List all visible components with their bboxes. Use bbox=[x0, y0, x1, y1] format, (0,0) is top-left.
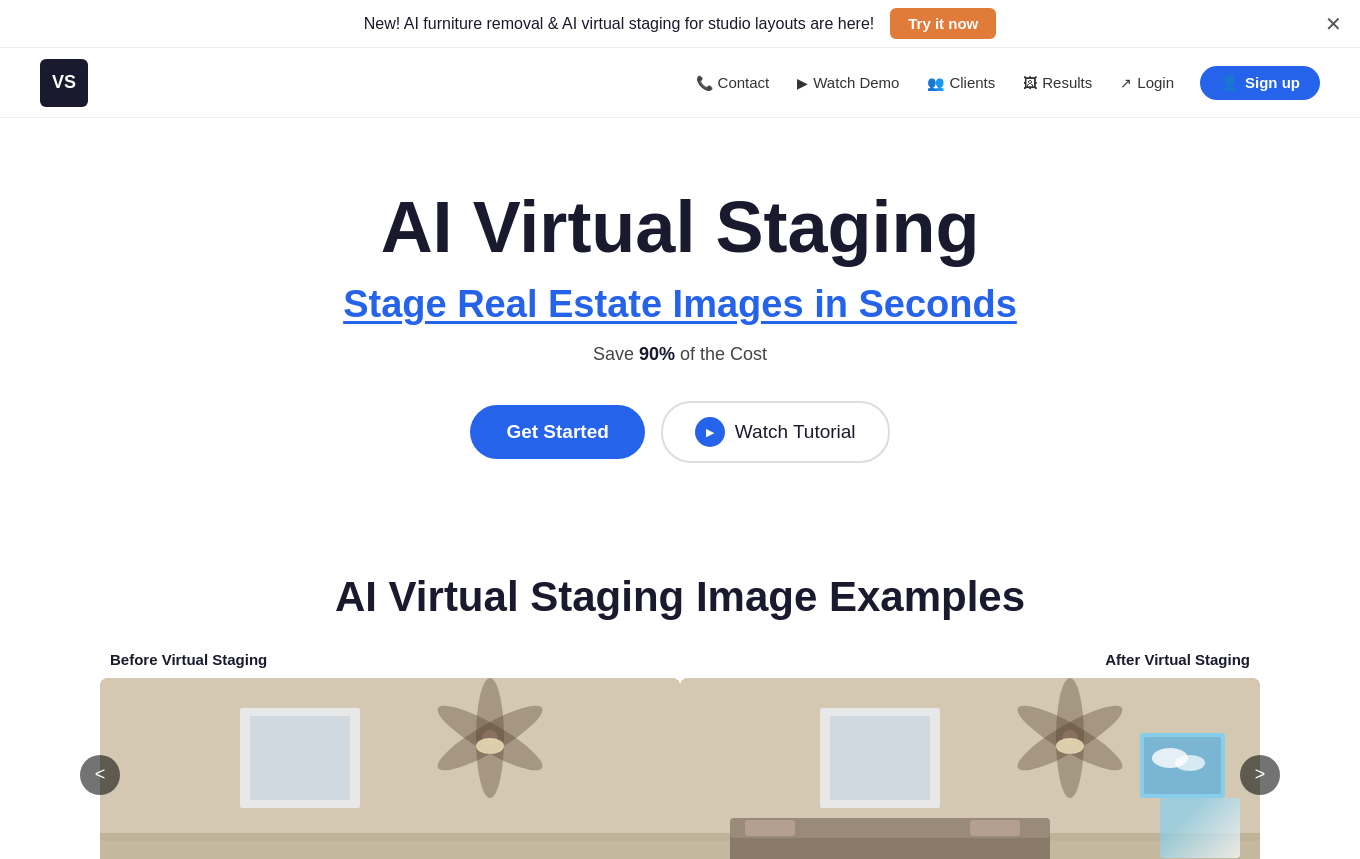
nav-clients[interactable]: 👥 Clients bbox=[917, 68, 1005, 97]
svg-point-23 bbox=[1175, 755, 1205, 771]
announcement-text: New! AI furniture removal & AI virtual s… bbox=[364, 15, 874, 33]
announcement-bar: New! AI furniture removal & AI virtual s… bbox=[0, 0, 1360, 48]
save-suffix: of the Cost bbox=[675, 344, 767, 364]
svg-rect-9 bbox=[100, 833, 680, 841]
logo-text: VS bbox=[52, 72, 76, 93]
save-pct: 90% bbox=[639, 344, 675, 364]
svg-rect-27 bbox=[970, 820, 1020, 836]
hero-section: AI Virtual Staging Stage Real Estate Ima… bbox=[0, 118, 1360, 573]
svg-point-7 bbox=[476, 738, 504, 754]
save-prefix: Save bbox=[593, 344, 639, 364]
after-image bbox=[680, 678, 1260, 859]
signup-button[interactable]: 👤 Sign up bbox=[1200, 66, 1320, 100]
svg-rect-2 bbox=[250, 716, 350, 800]
play-circle-icon: ▶ bbox=[695, 417, 725, 447]
user-icon: 👤 bbox=[1220, 74, 1239, 92]
play-icon-nav: ▶ bbox=[797, 75, 808, 91]
next-arrow-button[interactable]: > bbox=[1240, 755, 1280, 795]
nav-results[interactable]: 🖼 Results bbox=[1013, 68, 1102, 97]
clients-icon: 👥 bbox=[927, 75, 944, 91]
hero-subtitle: Stage Real Estate Images in Seconds bbox=[20, 283, 1340, 326]
login-icon: ↗ bbox=[1120, 75, 1132, 91]
svg-rect-8 bbox=[100, 838, 680, 859]
watch-demo-label: Watch Demo bbox=[813, 74, 899, 91]
clients-label: Clients bbox=[949, 74, 995, 91]
prev-arrow-button[interactable]: < bbox=[80, 755, 120, 795]
examples-wrapper: < Before Virtual Staging bbox=[40, 651, 1320, 859]
signup-label: Sign up bbox=[1245, 74, 1300, 91]
nav-links: 📞 Contact ▶ Watch Demo 👥 Clients 🖼 Resul… bbox=[686, 66, 1320, 100]
after-column: After Virtual Staging bbox=[680, 651, 1260, 859]
svg-point-17 bbox=[1056, 738, 1084, 754]
contact-label: Contact bbox=[718, 74, 770, 91]
before-image bbox=[100, 678, 680, 859]
nav-watch-demo[interactable]: ▶ Watch Demo bbox=[787, 68, 909, 97]
before-label: Before Virtual Staging bbox=[100, 651, 680, 668]
watch-tutorial-label: Watch Tutorial bbox=[735, 421, 856, 443]
hero-buttons: Get Started ▶ Watch Tutorial bbox=[20, 401, 1340, 463]
results-icon: 🖼 bbox=[1023, 75, 1037, 91]
hero-title: AI Virtual Staging bbox=[20, 188, 1340, 267]
examples-title: AI Virtual Staging Image Examples bbox=[20, 573, 1340, 621]
phone-icon: 📞 bbox=[696, 75, 713, 91]
before-column: Before Virtual Staging bbox=[100, 651, 680, 859]
after-label: After Virtual Staging bbox=[680, 651, 1260, 668]
watch-tutorial-button[interactable]: ▶ Watch Tutorial bbox=[661, 401, 890, 463]
nav-contact[interactable]: 📞 Contact bbox=[686, 68, 780, 97]
logo[interactable]: VS bbox=[40, 59, 88, 107]
examples-grid: < Before Virtual Staging bbox=[100, 651, 1260, 859]
results-label: Results bbox=[1042, 74, 1092, 91]
svg-rect-26 bbox=[745, 820, 795, 836]
get-started-button[interactable]: Get Started bbox=[470, 405, 644, 459]
login-button[interactable]: ↗ Login bbox=[1110, 68, 1184, 97]
try-it-now-button[interactable]: Try it now bbox=[890, 8, 996, 39]
hero-save-text: Save 90% of the Cost bbox=[20, 344, 1340, 365]
navbar: VS 📞 Contact ▶ Watch Demo 👥 Clients 🖼 Re… bbox=[0, 48, 1360, 118]
svg-rect-0 bbox=[100, 678, 680, 859]
examples-section: AI Virtual Staging Image Examples < Befo… bbox=[0, 573, 1360, 859]
close-announcement-button[interactable]: ✕ bbox=[1325, 14, 1342, 34]
svg-rect-12 bbox=[830, 716, 930, 800]
login-label: Login bbox=[1137, 74, 1174, 91]
